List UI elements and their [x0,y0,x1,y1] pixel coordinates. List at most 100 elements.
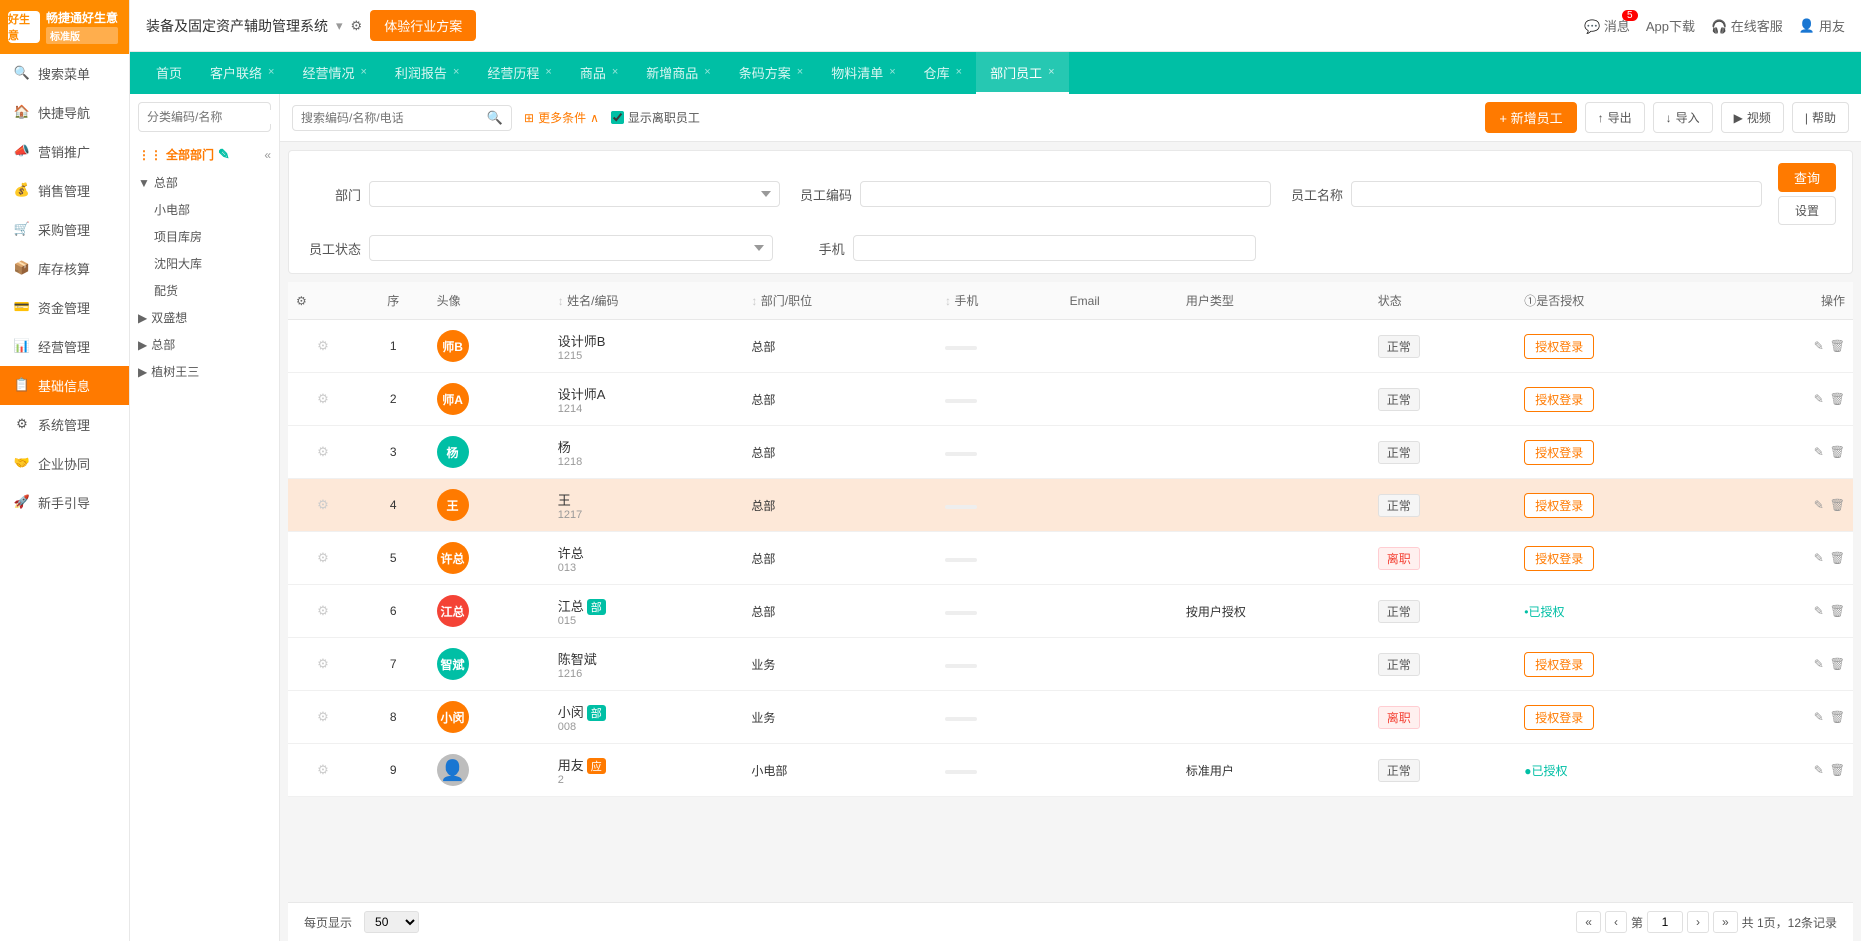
tab-barcode-close[interactable]: × [797,66,803,78]
tree-search-box[interactable]: 🔍 [138,102,271,132]
edit-icon[interactable]: ✎ [218,146,230,163]
first-page-btn[interactable]: « [1576,911,1601,933]
sidebar-item-inventory[interactable]: 📦 库存核算 [0,249,129,288]
add-staff-button[interactable]: + 新增员工 [1485,102,1576,133]
sort-icon[interactable]: ↕ [558,294,564,308]
show-resigned-checkbox[interactable] [611,111,624,124]
authorize-btn[interactable]: 授权登录 [1524,334,1594,359]
edit-icon[interactable]: ✎ [1814,763,1824,777]
tree-child-xiaodian[interactable]: 小电部 [130,196,279,223]
edit-icon[interactable]: ✎ [1814,392,1824,406]
tab-operation-close[interactable]: × [360,66,366,78]
per-page-select[interactable]: 50 100 [364,911,419,933]
tree-collapse-btn[interactable]: « [264,148,271,162]
tree-child-peihe[interactable]: 配货 [130,277,279,304]
sidebar-item-basic[interactable]: 📋 基础信息 [0,366,129,405]
row-settings-icon[interactable]: ⚙ [317,338,329,353]
tab-customer-close[interactable]: × [268,66,274,78]
delete-icon[interactable]: 🗑 [1830,445,1845,459]
delete-icon[interactable]: 🗑 [1830,551,1845,565]
sidebar-item-system[interactable]: ⚙ 系统管理 [0,405,129,444]
authorize-btn[interactable]: 授权登录 [1524,440,1594,465]
delete-icon[interactable]: 🗑 [1830,657,1845,671]
tab-barcode[interactable]: 条码方案 × [725,52,817,94]
query-button[interactable]: 查询 [1778,163,1836,192]
edit-icon[interactable]: ✎ [1814,604,1824,618]
sidebar-item-finance[interactable]: 💳 资金管理 [0,288,129,327]
tab-customer[interactable]: 客户联络 × [196,52,288,94]
edit-icon[interactable]: ✎ [1814,339,1824,353]
phone-input[interactable] [853,235,1257,261]
edit-icon[interactable]: ✎ [1814,551,1824,565]
reset-button[interactable]: 设置 [1778,196,1836,225]
import-button[interactable]: ↓ 导入 [1653,102,1713,133]
tree-search-input[interactable] [147,110,280,124]
export-button[interactable]: ↑ 导出 [1585,102,1645,133]
app-download-link[interactable]: App下载 [1646,16,1695,35]
edit-icon[interactable]: ✎ [1814,657,1824,671]
last-page-btn[interactable]: » [1713,911,1738,933]
status-select[interactable] [369,235,773,261]
tab-warehouse[interactable]: 仓库 × [910,52,976,94]
next-page-btn[interactable]: › [1687,911,1709,933]
row-settings-icon[interactable]: ⚙ [317,762,329,777]
trial-button[interactable]: 体验行业方案 [370,10,476,41]
row-settings-icon[interactable]: ⚙ [317,550,329,565]
col-settings[interactable]: ⚙ [288,282,358,320]
sidebar-item-guide[interactable]: 🚀 新手引导 [0,483,129,522]
row-settings-icon[interactable]: ⚙ [317,656,329,671]
dept-select[interactable] [369,181,780,207]
sidebar-item-collab[interactable]: 🤝 企业协同 [0,444,129,483]
tab-warehouse-close[interactable]: × [956,66,962,78]
authorize-btn[interactable]: 授权登录 [1524,493,1594,518]
tab-bom-close[interactable]: × [889,66,895,78]
tree-all-dept-label[interactable]: ⋮⋮ 全部部门 ✎ [138,146,230,163]
search-input[interactable] [301,111,487,125]
tab-goods[interactable]: 商品 × [566,52,632,94]
sidebar-item-search[interactable]: 🔍 搜索菜单 [0,54,129,93]
tab-add-goods[interactable]: 新增商品 × [632,52,724,94]
user-menu[interactable]: 👤 用友 [1799,16,1845,35]
delete-icon[interactable]: 🗑 [1830,604,1845,618]
page-input[interactable] [1647,911,1683,933]
tab-goods-close[interactable]: × [612,66,618,78]
row-settings-icon[interactable]: ⚙ [317,497,329,512]
more-conditions-btn[interactable]: ⊞ 更多条件 ∧ [524,109,599,126]
message-bell[interactable]: 💬 消息 5 [1584,16,1630,35]
view-button[interactable]: ▶ 视频 [1721,102,1784,133]
delete-icon[interactable]: 🗑 [1830,763,1845,777]
delete-icon[interactable]: 🗑 [1830,498,1845,512]
row-settings-icon[interactable]: ⚙ [317,603,329,618]
sidebar-item-sales[interactable]: 💰 销售管理 [0,171,129,210]
edit-icon[interactable]: ✎ [1814,445,1824,459]
tab-history-close[interactable]: × [545,66,551,78]
search-box[interactable]: 🔍 [292,105,512,131]
delete-icon[interactable]: 🗑 [1830,339,1845,353]
tab-add-goods-close[interactable]: × [704,66,710,78]
sort-icon-dept[interactable]: ↕ [751,294,757,308]
tree-item-zongbu[interactable]: ▼ 总部 [130,169,279,196]
emp-code-input[interactable] [860,181,1271,207]
sidebar-item-purchase[interactable]: 🛒 采购管理 [0,210,129,249]
tab-home[interactable]: 首页 [142,52,196,94]
tree-child-shenyang[interactable]: 沈阳大库 [130,250,279,277]
delete-icon[interactable]: 🗑 [1830,392,1845,406]
authorize-btn[interactable]: 授权登录 [1524,546,1594,571]
row-settings-icon[interactable]: ⚙ [317,391,329,406]
sidebar-item-marketing[interactable]: 📣 营销推广 [0,132,129,171]
row-settings-icon[interactable]: ⚙ [317,709,329,724]
tab-profit[interactable]: 利润报告 × [381,52,473,94]
emp-name-input[interactable] [1351,181,1762,207]
edit-icon[interactable]: ✎ [1814,498,1824,512]
authorize-btn[interactable]: 授权登录 [1524,652,1594,677]
sort-icon-phone[interactable]: ↕ [945,294,951,308]
tree-item-zongbu2[interactable]: ▶ 总部 [130,331,279,358]
tree-item-shuangsheng[interactable]: ▶ 双盛想 [130,304,279,331]
tab-staff[interactable]: 部门员工 × [976,52,1068,94]
tab-history[interactable]: 经营历程 × [473,52,565,94]
tab-bom[interactable]: 物料清单 × [817,52,909,94]
delete-icon[interactable]: 🗑 [1830,710,1845,724]
sidebar-item-quicknav[interactable]: 🏠 快捷导航 [0,93,129,132]
sidebar-item-operations[interactable]: 📊 经营管理 [0,327,129,366]
show-resigned-toggle[interactable]: 显示离职员工 [611,109,700,126]
